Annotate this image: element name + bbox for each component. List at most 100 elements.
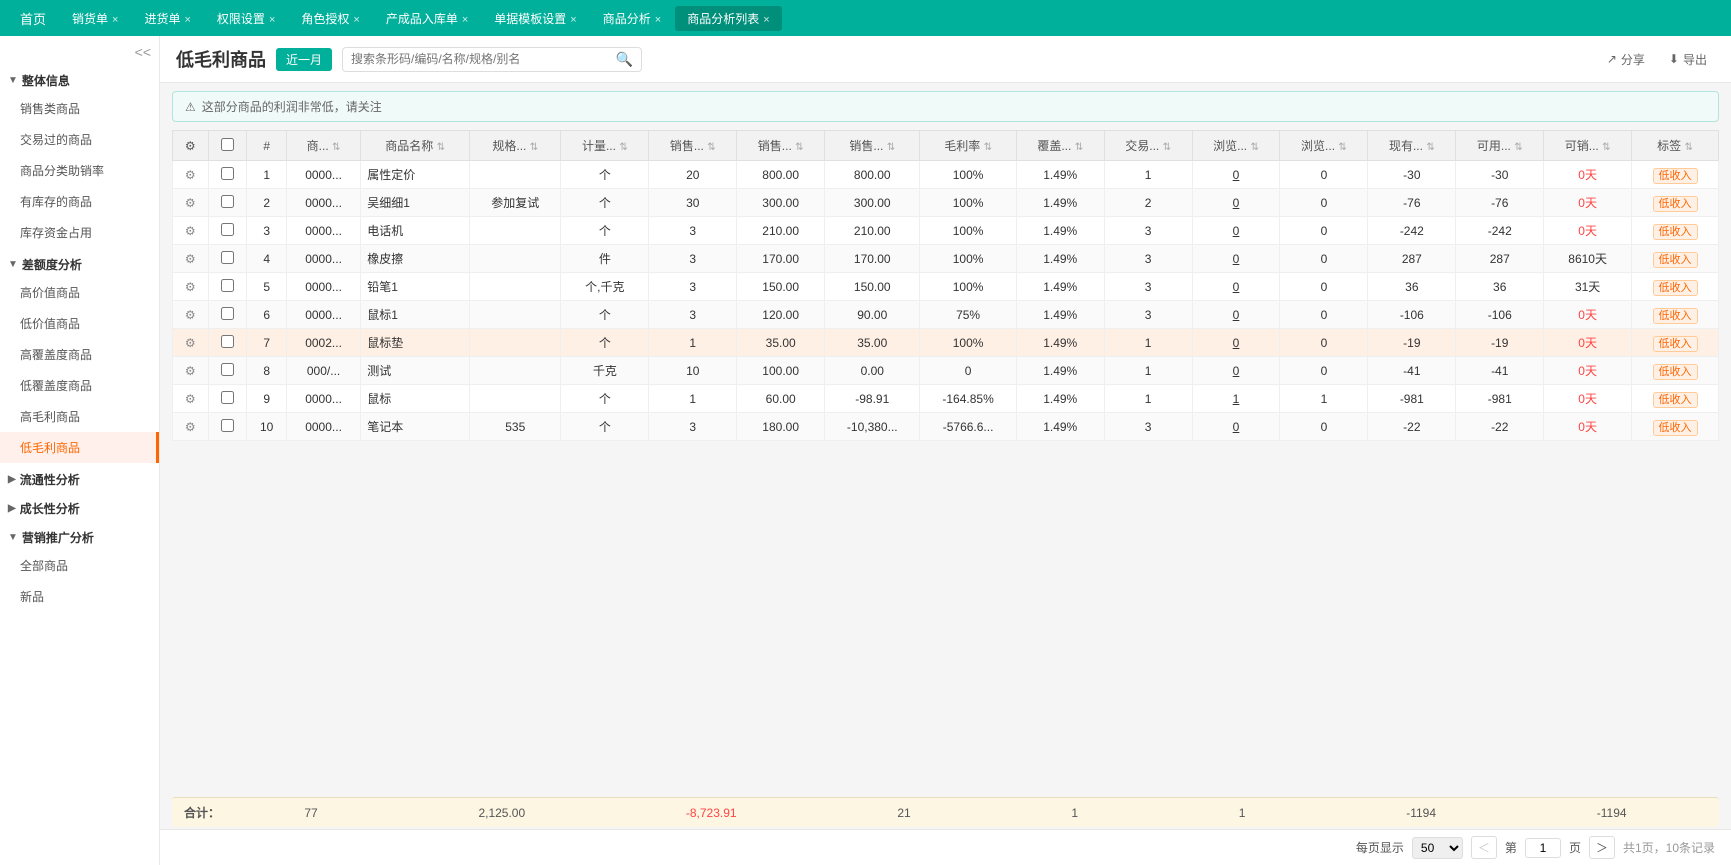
row-browse1[interactable]: 0 xyxy=(1192,161,1280,189)
browse1-link[interactable]: 0 xyxy=(1233,168,1240,182)
browse1-link[interactable]: 0 xyxy=(1233,308,1240,322)
sidebar-item-low-margin[interactable]: 低毛利商品 xyxy=(0,432,159,463)
sidebar-item-low-value[interactable]: 低价值商品 xyxy=(0,308,159,339)
row-select-checkbox[interactable] xyxy=(221,419,234,432)
row-browse1[interactable]: 0 xyxy=(1192,413,1280,441)
row-select-checkbox[interactable] xyxy=(221,195,234,208)
sidebar-item-category-rate[interactable]: 商品分类助销率 xyxy=(0,155,159,186)
search-input[interactable] xyxy=(351,52,612,66)
nav-home[interactable]: 首页 xyxy=(8,5,58,32)
browse1-link[interactable]: 0 xyxy=(1233,224,1240,238)
col-sale-price[interactable]: 销售... ⇅ xyxy=(737,131,825,161)
row-checkbox[interactable] xyxy=(208,217,247,245)
col-settings[interactable]: ⚙ xyxy=(173,131,209,161)
sidebar-item-high-coverage[interactable]: 高覆盖度商品 xyxy=(0,339,159,370)
row-browse1[interactable]: 0 xyxy=(1192,273,1280,301)
row-select-checkbox[interactable] xyxy=(221,223,234,236)
row-browse1[interactable]: 0 xyxy=(1192,245,1280,273)
row-checkbox[interactable] xyxy=(208,273,247,301)
row-settings[interactable]: ⚙ xyxy=(173,329,209,357)
browse1-link[interactable]: 0 xyxy=(1233,280,1240,294)
browse1-link[interactable]: 0 xyxy=(1233,420,1240,434)
page-input[interactable] xyxy=(1525,838,1561,858)
col-code[interactable]: 商... ⇅ xyxy=(286,131,360,161)
row-checkbox[interactable] xyxy=(208,385,247,413)
row-checkbox[interactable] xyxy=(208,357,247,385)
browse1-link[interactable]: 1 xyxy=(1233,392,1240,406)
row-settings[interactable]: ⚙ xyxy=(173,385,209,413)
table-container[interactable]: ⚙ # 商... ⇅ 商品名称 ⇅ 规格... ⇅ 计量... ⇅ 销售... … xyxy=(160,130,1731,797)
search-box[interactable]: 🔍 xyxy=(342,47,642,72)
row-settings[interactable]: ⚙ xyxy=(173,273,209,301)
col-name[interactable]: 商品名称 ⇅ xyxy=(361,131,470,161)
row-select-checkbox[interactable] xyxy=(221,363,234,376)
row-settings[interactable]: ⚙ xyxy=(173,245,209,273)
row-browse1[interactable]: 0 xyxy=(1192,329,1280,357)
nav-product-entry[interactable]: 产成品入库单× xyxy=(374,6,480,31)
row-settings[interactable]: ⚙ xyxy=(173,357,209,385)
col-tag[interactable]: 标签 ⇅ xyxy=(1632,131,1719,161)
row-checkbox[interactable] xyxy=(208,245,247,273)
row-checkbox[interactable] xyxy=(208,413,247,441)
col-current[interactable]: 现有... ⇅ xyxy=(1368,131,1456,161)
browse1-link[interactable]: 0 xyxy=(1233,364,1240,378)
col-sale-qty[interactable]: 销售... ⇅ xyxy=(649,131,737,161)
nav-permissions[interactable]: 权限设置× xyxy=(205,6,287,31)
browse1-link[interactable]: 0 xyxy=(1233,196,1240,210)
nav-sales[interactable]: 销货单× xyxy=(60,6,130,31)
row-checkbox[interactable] xyxy=(208,161,247,189)
col-unit[interactable]: 计量... ⇅ xyxy=(561,131,649,161)
nav-template-settings[interactable]: 单据模板设置× xyxy=(482,6,588,31)
sidebar-item-all-goods[interactable]: 全部商品 xyxy=(0,550,159,581)
row-select-checkbox[interactable] xyxy=(221,279,234,292)
col-spec[interactable]: 规格... ⇅ xyxy=(470,131,561,161)
period-button[interactable]: 近一月 xyxy=(276,48,332,71)
next-page-btn[interactable]: ＞ xyxy=(1589,836,1615,859)
nav-goods-analysis[interactable]: 商品分析× xyxy=(591,6,673,31)
row-select-checkbox[interactable] xyxy=(221,251,234,264)
col-sale-amount[interactable]: 销售... ⇅ xyxy=(825,131,920,161)
col-transaction[interactable]: 交易... ⇅ xyxy=(1104,131,1192,161)
row-browse1[interactable]: 0 xyxy=(1192,301,1280,329)
col-checkbox[interactable] xyxy=(208,131,247,161)
sidebar-item-high-value[interactable]: 高价值商品 xyxy=(0,277,159,308)
col-browse2[interactable]: 浏览... ⇅ xyxy=(1280,131,1368,161)
sidebar-item-sales-goods[interactable]: 销售类商品 xyxy=(0,93,159,124)
row-settings[interactable]: ⚙ xyxy=(173,189,209,217)
sidebar-group-circulation[interactable]: ▶ 流通性分析 xyxy=(0,463,159,492)
row-checkbox[interactable] xyxy=(208,301,247,329)
row-select-checkbox[interactable] xyxy=(221,391,234,404)
row-settings[interactable]: ⚙ xyxy=(173,217,209,245)
row-browse1[interactable]: 1 xyxy=(1192,385,1280,413)
per-page-select[interactable]: 50 20 100 xyxy=(1412,837,1463,859)
col-saleable[interactable]: 可销... ⇅ xyxy=(1544,131,1632,161)
sidebar-group-overall[interactable]: ▼ 整体信息 xyxy=(0,64,159,93)
share-button[interactable]: ↗ 分享 xyxy=(1599,48,1653,71)
nav-roles[interactable]: 角色授权× xyxy=(289,6,371,31)
sidebar-item-low-coverage[interactable]: 低覆盖度商品 xyxy=(0,370,159,401)
row-settings[interactable]: ⚙ xyxy=(173,161,209,189)
browse1-link[interactable]: 0 xyxy=(1233,252,1240,266)
sidebar-item-new-goods[interactable]: 新品 xyxy=(0,581,159,612)
row-browse1[interactable]: 0 xyxy=(1192,357,1280,385)
nav-purchase[interactable]: 进货单× xyxy=(132,6,202,31)
col-coverage[interactable]: 覆盖... ⇅ xyxy=(1016,131,1104,161)
sidebar-group-growth[interactable]: ▶ 成长性分析 xyxy=(0,492,159,521)
sidebar-item-inventory-goods[interactable]: 有库存的商品 xyxy=(0,186,159,217)
browse1-link[interactable]: 0 xyxy=(1233,336,1240,350)
select-all-checkbox[interactable] xyxy=(221,138,234,151)
col-gross-rate[interactable]: 毛利率 ⇅ xyxy=(920,131,1016,161)
sidebar-group-margin[interactable]: ▼ 差额度分析 xyxy=(0,248,159,277)
row-checkbox[interactable] xyxy=(208,189,247,217)
sidebar-item-high-margin[interactable]: 高毛利商品 xyxy=(0,401,159,432)
export-button[interactable]: ⬇ 导出 xyxy=(1661,48,1715,71)
sidebar-item-inventory-capital[interactable]: 库存资金占用 xyxy=(0,217,159,248)
nav-goods-analysis-list[interactable]: 商品分析列表× xyxy=(675,6,781,31)
col-available[interactable]: 可用... ⇅ xyxy=(1456,131,1544,161)
sidebar-group-marketing[interactable]: ▼ 营销推广分析 xyxy=(0,521,159,550)
prev-page-btn[interactable]: ＜ xyxy=(1471,836,1497,859)
col-browse1[interactable]: 浏览... ⇅ xyxy=(1192,131,1280,161)
sidebar-item-traded-goods[interactable]: 交易过的商品 xyxy=(0,124,159,155)
search-icon[interactable]: 🔍 xyxy=(616,51,633,68)
row-browse1[interactable]: 0 xyxy=(1192,217,1280,245)
